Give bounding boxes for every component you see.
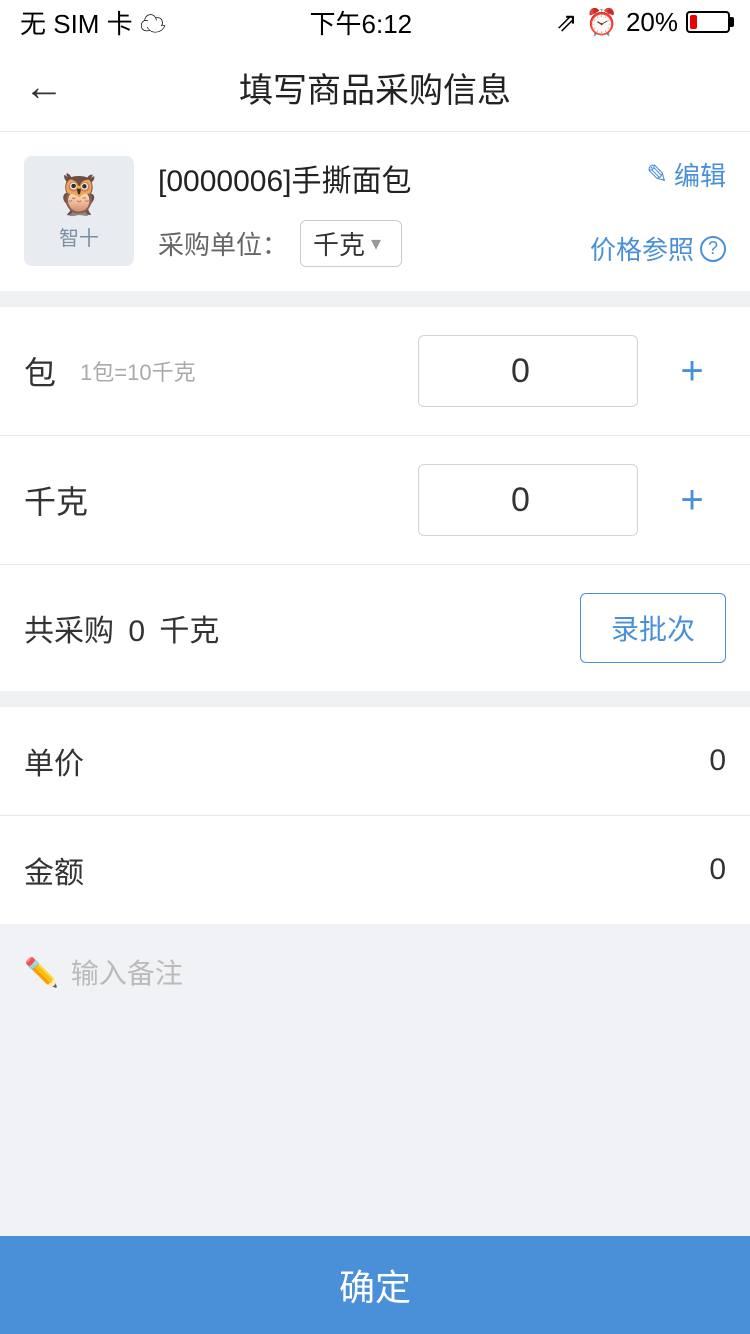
unit-label: 采购单位：: [158, 225, 288, 262]
sim-label: 无 SIM 卡 ☁: [20, 4, 166, 41]
page-title: 填写商品采购信息: [239, 63, 511, 112]
edit-button[interactable]: ✎ 编辑: [646, 156, 726, 193]
unit-dropdown[interactable]: 千克 ▾: [300, 220, 402, 267]
summary-text: 共采购 0 千克: [24, 606, 219, 650]
price-label: 单价: [24, 739, 84, 783]
kg-label: 千克: [24, 477, 88, 523]
section-divider-1: [0, 291, 750, 307]
confirm-button[interactable]: 确定: [0, 1236, 750, 1334]
nav-bar: ← 填写商品采购信息: [0, 44, 750, 132]
record-batch-button[interactable]: 录批次: [580, 593, 726, 663]
summary-prefix: 共采购: [24, 615, 114, 648]
note-placeholder: 输入备注: [71, 952, 183, 992]
confirm-button-label: 确定: [339, 1259, 411, 1311]
price-ref-label: 价格参照: [590, 230, 694, 267]
kg-row: 千克 +: [0, 436, 750, 564]
amount-row: 金额 0: [0, 816, 750, 924]
package-plus-button[interactable]: +: [658, 337, 726, 405]
unit-dropdown-arrow: ▾: [371, 231, 381, 256]
price-reference-button[interactable]: 价格参照 ?: [590, 230, 726, 267]
kg-qty-input[interactable]: [418, 464, 638, 536]
product-thumbnail: 🦉 智十: [24, 156, 134, 266]
product-name: [0000006]手撕面包: [158, 156, 726, 200]
help-icon: ?: [700, 236, 726, 262]
package-label: 包: [24, 348, 56, 394]
kg-plus-button[interactable]: +: [658, 466, 726, 534]
section-divider-2: [0, 691, 750, 707]
amount-label: 金额: [24, 848, 84, 892]
package-row: 包 1包=10千克 +: [0, 307, 750, 435]
location-icon: ⇗: [556, 7, 578, 38]
status-bar: 无 SIM 卡 ☁ 下午6:12 ⇗ ⏰ 20%: [0, 0, 750, 44]
summary-amount: 0: [128, 615, 145, 648]
status-left: 无 SIM 卡 ☁: [20, 4, 166, 41]
battery-percent: 20%: [626, 7, 678, 38]
package-sublabel: 1包=10千克: [80, 355, 196, 387]
kg-section: 千克 +: [0, 436, 750, 565]
summary-unit: 千克: [159, 615, 219, 648]
content-filler: [0, 1020, 750, 1236]
product-card: 🦉 智十 [0000006]手撕面包 采购单位： 千克 ▾ ✎ 编辑 价格参照 …: [0, 132, 750, 291]
price-row: 单价 0: [0, 707, 750, 815]
edit-icon: ✎: [646, 159, 668, 190]
battery-icon: [686, 11, 730, 33]
price-amount-section: 单价 0 金额 0: [0, 707, 750, 924]
status-time: 下午6:12: [310, 4, 413, 41]
status-right: ⇗ ⏰ 20%: [556, 7, 730, 38]
package-section: 包 1包=10千克 +: [0, 307, 750, 436]
package-qty-input[interactable]: [418, 335, 638, 407]
price-value: 0: [709, 744, 726, 778]
amount-value: 0: [709, 853, 726, 887]
note-section[interactable]: ✏️ 输入备注: [0, 924, 750, 1020]
back-button[interactable]: ←: [24, 65, 64, 110]
owl-label: 智十: [59, 222, 99, 251]
summary-row: 共采购 0 千克 录批次: [0, 565, 750, 691]
owl-icon: 🦉: [54, 171, 104, 218]
pencil-icon: ✏️: [24, 956, 59, 989]
unit-value: 千克: [313, 225, 365, 262]
alarm-icon: ⏰: [586, 7, 618, 38]
